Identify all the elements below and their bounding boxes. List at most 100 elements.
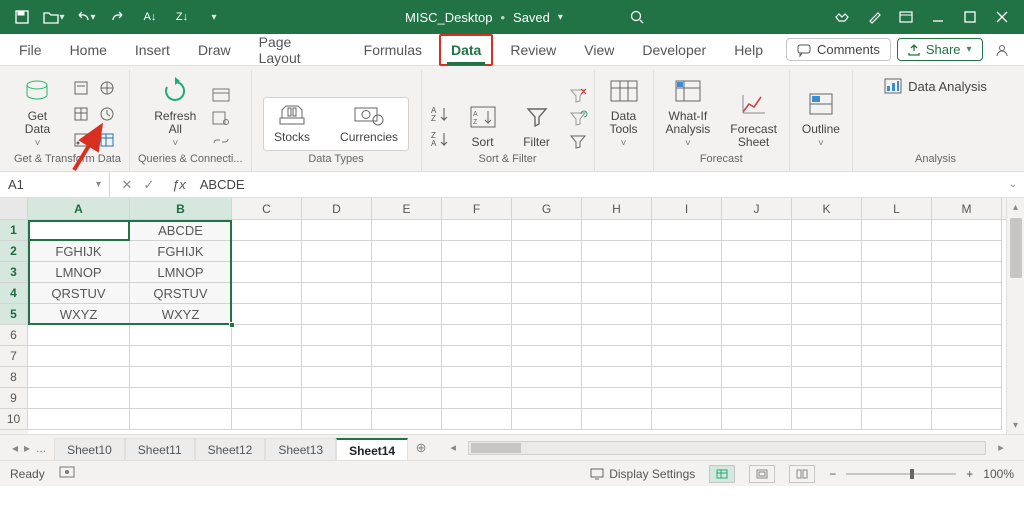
cell-J9[interactable] bbox=[722, 388, 792, 409]
cell-G8[interactable] bbox=[512, 367, 582, 388]
col-header-H[interactable]: H bbox=[582, 198, 652, 219]
cell-D4[interactable] bbox=[302, 283, 372, 304]
cell-A8[interactable] bbox=[28, 367, 130, 388]
currencies-type[interactable]: Currencies bbox=[340, 104, 398, 144]
save-icon[interactable] bbox=[6, 2, 38, 32]
cell-J10[interactable] bbox=[722, 409, 792, 430]
tab-page-layout[interactable]: Page Layout bbox=[248, 27, 347, 73]
cell-M3[interactable] bbox=[932, 262, 1002, 283]
cell-K8[interactable] bbox=[792, 367, 862, 388]
cell-L8[interactable] bbox=[862, 367, 932, 388]
tab-home[interactable]: Home bbox=[59, 35, 118, 65]
cell-J5[interactable] bbox=[722, 304, 792, 325]
forecast-sheet-button[interactable]: Forecast Sheet bbox=[726, 85, 781, 151]
col-header-K[interactable]: K bbox=[792, 198, 862, 219]
row-header-9[interactable]: 9 bbox=[0, 388, 28, 409]
cell-E6[interactable] bbox=[372, 325, 442, 346]
cell-H1[interactable] bbox=[582, 220, 652, 241]
account-icon[interactable] bbox=[989, 36, 1016, 64]
cell-F7[interactable] bbox=[442, 346, 512, 367]
open-icon[interactable]: ▾ bbox=[38, 2, 70, 32]
cell-J7[interactable] bbox=[722, 346, 792, 367]
sheet-tab-sheet12[interactable]: Sheet12 bbox=[195, 438, 266, 460]
tab-draw[interactable]: Draw bbox=[187, 35, 242, 65]
cell-K5[interactable] bbox=[792, 304, 862, 325]
cell-A10[interactable] bbox=[28, 409, 130, 430]
row-header-3[interactable]: 3 bbox=[0, 262, 28, 283]
cell-K10[interactable] bbox=[792, 409, 862, 430]
cell-E8[interactable] bbox=[372, 367, 442, 388]
cell-L2[interactable] bbox=[862, 241, 932, 262]
premium-icon[interactable] bbox=[826, 2, 858, 32]
from-picture-icon[interactable] bbox=[96, 129, 118, 151]
cell-D5[interactable] bbox=[302, 304, 372, 325]
cell-K9[interactable] bbox=[792, 388, 862, 409]
row-header-8[interactable]: 8 bbox=[0, 367, 28, 388]
cell-G7[interactable] bbox=[512, 346, 582, 367]
cells-area[interactable]: ABCDEABCDEFGHIJKFGHIJKLMNOPLMNOPQRSTUVQR… bbox=[28, 220, 1006, 434]
cell-F6[interactable] bbox=[442, 325, 512, 346]
normal-view-icon[interactable] bbox=[709, 465, 735, 483]
cell-F5[interactable] bbox=[442, 304, 512, 325]
select-all-corner[interactable] bbox=[0, 198, 28, 220]
tab-help[interactable]: Help bbox=[723, 35, 774, 65]
cell-B3[interactable]: LMNOP bbox=[130, 262, 232, 283]
cell-F1[interactable] bbox=[442, 220, 512, 241]
cell-A9[interactable] bbox=[28, 388, 130, 409]
cell-B10[interactable] bbox=[130, 409, 232, 430]
cell-I6[interactable] bbox=[652, 325, 722, 346]
col-header-A[interactable]: A bbox=[28, 198, 130, 219]
cell-H4[interactable] bbox=[582, 283, 652, 304]
cell-M5[interactable] bbox=[932, 304, 1002, 325]
cell-A7[interactable] bbox=[28, 346, 130, 367]
sheet-ellipsis[interactable]: ... bbox=[36, 441, 46, 455]
cell-K3[interactable] bbox=[792, 262, 862, 283]
cell-M9[interactable] bbox=[932, 388, 1002, 409]
data-analysis-button[interactable]: Data Analysis bbox=[884, 78, 987, 94]
cell-F3[interactable] bbox=[442, 262, 512, 283]
cell-F9[interactable] bbox=[442, 388, 512, 409]
brush-icon[interactable] bbox=[858, 2, 890, 32]
cell-H7[interactable] bbox=[582, 346, 652, 367]
sort-asc-icon[interactable]: A↓ bbox=[134, 2, 166, 32]
cell-L4[interactable] bbox=[862, 283, 932, 304]
data-tools-button[interactable]: Data Tools ˅ bbox=[603, 72, 645, 151]
cell-L7[interactable] bbox=[862, 346, 932, 367]
queries-conn-icon[interactable] bbox=[212, 88, 230, 105]
cell-H6[interactable] bbox=[582, 325, 652, 346]
cell-J3[interactable] bbox=[722, 262, 792, 283]
from-text-icon[interactable] bbox=[70, 77, 92, 99]
cell-D7[interactable] bbox=[302, 346, 372, 367]
cell-K7[interactable] bbox=[792, 346, 862, 367]
cell-C8[interactable] bbox=[232, 367, 302, 388]
row-header-10[interactable]: 10 bbox=[0, 409, 28, 430]
row-header-5[interactable]: 5 bbox=[0, 304, 28, 325]
zoom-in-icon[interactable]: + bbox=[966, 467, 973, 481]
cell-G9[interactable] bbox=[512, 388, 582, 409]
redo-icon[interactable] bbox=[102, 2, 134, 32]
scroll-down-icon[interactable]: ▾ bbox=[1013, 416, 1018, 434]
cell-G6[interactable] bbox=[512, 325, 582, 346]
data-types-gallery[interactable]: Stocks Currencies bbox=[263, 97, 409, 151]
row-header-2[interactable]: 2 bbox=[0, 241, 28, 262]
col-header-I[interactable]: I bbox=[652, 198, 722, 219]
share-button[interactable]: Share ▾ bbox=[897, 38, 983, 61]
refresh-all-button[interactable]: Refresh All ˅ bbox=[150, 72, 200, 151]
cell-E7[interactable] bbox=[372, 346, 442, 367]
cell-I8[interactable] bbox=[652, 367, 722, 388]
cell-E9[interactable] bbox=[372, 388, 442, 409]
cell-D1[interactable] bbox=[302, 220, 372, 241]
vertical-scrollbar[interactable]: ▴ ▾ bbox=[1006, 198, 1024, 434]
cell-G5[interactable] bbox=[512, 304, 582, 325]
cell-E3[interactable] bbox=[372, 262, 442, 283]
cell-C5[interactable] bbox=[232, 304, 302, 325]
cell-F4[interactable] bbox=[442, 283, 512, 304]
cell-I9[interactable] bbox=[652, 388, 722, 409]
document-title[interactable]: MISC_Desktop • Saved ▾ bbox=[405, 10, 563, 25]
cell-D6[interactable] bbox=[302, 325, 372, 346]
cell-C3[interactable] bbox=[232, 262, 302, 283]
sort-asc-button[interactable]: AZ bbox=[430, 105, 450, 126]
cell-E5[interactable] bbox=[372, 304, 442, 325]
cell-C2[interactable] bbox=[232, 241, 302, 262]
outline-button[interactable]: Outline ˅ bbox=[798, 85, 844, 151]
